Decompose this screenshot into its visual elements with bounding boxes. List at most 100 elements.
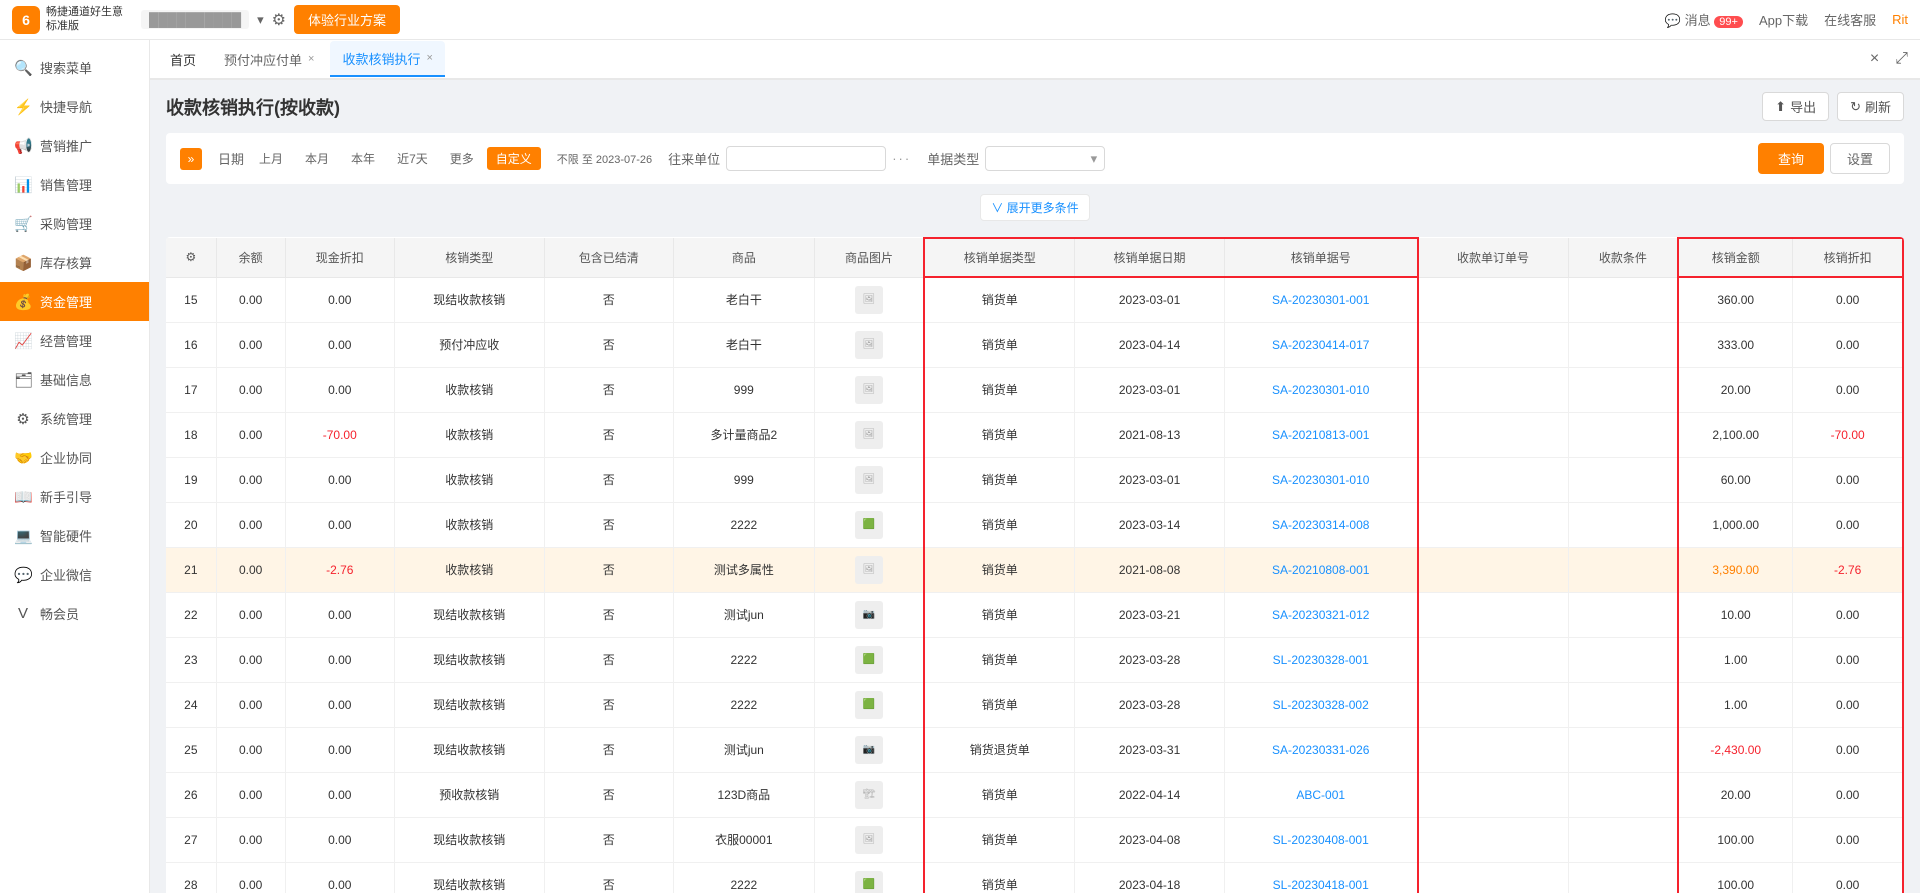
cell-r0-c9[interactable]: SA-20230301-001 [1224, 277, 1417, 322]
cell-r5-c9[interactable]: SA-20230314-008 [1224, 502, 1417, 547]
tab-close-btn[interactable]: × [1866, 46, 1883, 72]
sidebar-item-1[interactable]: ⚡快捷导航 [0, 87, 149, 126]
export-button[interactable]: ⬆ 导出 [1762, 92, 1829, 121]
cell-r9-c13: 0.00 [1793, 682, 1903, 727]
tab-maximize-btn[interactable]: ⤢ [1891, 46, 1912, 72]
sidebar-item-14[interactable]: V畅会员 [0, 594, 149, 633]
cell-r11-c9[interactable]: ABC-001 [1224, 772, 1417, 817]
cell-r4-c12: 60.00 [1678, 457, 1793, 502]
cell-r4-c7: 销货单 [924, 457, 1074, 502]
cell-r10-c9[interactable]: SA-20230331-026 [1224, 727, 1417, 772]
cell-r0-c2: 0.00 [285, 277, 394, 322]
cell-r0-c11 [1568, 277, 1678, 322]
cell-r7-c9[interactable]: SA-20230321-012 [1224, 592, 1417, 637]
cell-r8-c9[interactable]: SL-20230328-001 [1224, 637, 1417, 682]
date-btn-this-month[interactable]: 本月 [296, 147, 338, 170]
table-row: 170.000.00收款核销否999🖼销货单2023-03-01SA-20230… [166, 367, 1903, 412]
sidebar-item-7[interactable]: 📈经营管理 [0, 321, 149, 360]
sidebar-item-11[interactable]: 📖新手引导 [0, 477, 149, 516]
top-bar-right: 💬 消息 99+ App下载 在线客服 Rit [1665, 10, 1908, 29]
cell-r3-c9[interactable]: SA-20210813-001 [1224, 412, 1417, 457]
cell-r9-c10 [1418, 682, 1568, 727]
cell-r7-c0: 22 [166, 592, 216, 637]
date-btn-more[interactable]: 更多 [441, 147, 483, 170]
app-download-link[interactable]: App下载 [1759, 10, 1808, 29]
cell-r8-c1: 0.00 [216, 637, 285, 682]
sidebar-item-9[interactable]: ⚙系统管理 [0, 399, 149, 438]
cell-r11-c6: 🏗 [814, 772, 924, 817]
cell-r10-c13: 0.00 [1793, 727, 1903, 772]
solution-button[interactable]: 体验行业方案 [294, 5, 400, 34]
cell-r12-c5: 衣服00001 [673, 817, 814, 862]
sidebar-item-0[interactable]: 🔍搜索菜单 [0, 48, 149, 87]
cell-r9-c9[interactable]: SL-20230328-002 [1224, 682, 1417, 727]
tab-home[interactable]: 首页 [158, 41, 208, 77]
col-header-1: 余额 [216, 238, 285, 277]
cell-r2-c8: 2023-03-01 [1075, 367, 1225, 412]
sidebar-item-8[interactable]: 🗂基础信息 [0, 360, 149, 399]
cell-r1-c13: 0.00 [1793, 322, 1903, 367]
setting-button[interactable]: 设置 [1830, 143, 1890, 174]
cell-r2-c5: 999 [673, 367, 814, 412]
cell-r4-c11 [1568, 457, 1678, 502]
cell-r7-c10 [1418, 592, 1568, 637]
date-btn-custom[interactable]: 自定义 [487, 147, 541, 170]
table-wrapper: ⚙余额现金折扣核销类型包含已结清商品商品图片核销单据类型核销单据日期核销单据号收… [166, 237, 1904, 893]
cell-r11-c2: 0.00 [285, 772, 394, 817]
partner-input[interactable] [726, 146, 886, 171]
sidebar-item-13[interactable]: 💬企业微信 [0, 555, 149, 594]
sidebar: 🔍搜索菜单⚡快捷导航📢营销推广📊销售管理🛒采购管理📦库存核算💰资金管理📈经营管理… [0, 40, 150, 893]
cell-r2-c9[interactable]: SA-20230301-010 [1224, 367, 1417, 412]
tab-prepay[interactable]: 预付冲应付单 × [212, 41, 326, 77]
date-btn-this-year[interactable]: 本年 [342, 147, 384, 170]
message-label: 消息 [1685, 13, 1711, 28]
cell-r0-c13: 0.00 [1793, 277, 1903, 322]
sidebar-item-10[interactable]: 🤝企业协同 [0, 438, 149, 477]
company-dropdown-icon[interactable]: ▾ [257, 12, 264, 28]
online-service-link[interactable]: 在线客服 [1824, 10, 1876, 29]
bill-type-filter: 单据类型 ▾ [927, 146, 1105, 171]
cell-r11-c0: 26 [166, 772, 216, 817]
query-button[interactable]: 查询 [1758, 143, 1824, 174]
cell-r10-c12: -2,430.00 [1678, 727, 1793, 772]
date-btn-last-month[interactable]: 上月 [250, 147, 292, 170]
cell-r1-c1: 0.00 [216, 322, 285, 367]
partner-label: 往来单位 [668, 149, 720, 168]
cell-r9-c5: 2222 [673, 682, 814, 727]
cell-r1-c9[interactable]: SA-20230414-017 [1224, 322, 1417, 367]
sidebar-item-6[interactable]: 💰资金管理 [0, 282, 149, 321]
refresh-button[interactable]: ↻ 刷新 [1837, 92, 1904, 121]
cell-r4-c9[interactable]: SA-20230301-010 [1224, 457, 1417, 502]
message-icon[interactable]: 💬 消息 99+ [1665, 10, 1743, 29]
cell-r12-c8: 2023-04-08 [1075, 817, 1225, 862]
cell-r1-c2: 0.00 [285, 322, 394, 367]
sidebar-item-4[interactable]: 🛒采购管理 [0, 204, 149, 243]
col-header-7: 核销单据类型 [924, 238, 1074, 277]
cell-r2-c13: 0.00 [1793, 367, 1903, 412]
sidebar-item-2[interactable]: 📢营销推广 [0, 126, 149, 165]
cell-r12-c12: 100.00 [1678, 817, 1793, 862]
sidebar-icon-2: 📢 [14, 137, 32, 155]
sidebar-item-3[interactable]: 📊销售管理 [0, 165, 149, 204]
cell-r13-c12: 100.00 [1678, 862, 1793, 893]
cell-r12-c9[interactable]: SL-20230408-001 [1224, 817, 1417, 862]
sidebar-item-12[interactable]: 💻智能硬件 [0, 516, 149, 555]
cell-r1-c11 [1568, 322, 1678, 367]
filter-expand-btn[interactable]: » [180, 148, 202, 170]
cell-r10-c10 [1418, 727, 1568, 772]
date-btn-7days[interactable]: 近7天 [388, 147, 437, 170]
top-bar: 6 畅捷通道好生意标准版 ██████████ ▾ ⚙ 体验行业方案 💬 消息 … [0, 0, 1920, 40]
tab-collection[interactable]: 收款核销执行 × [330, 41, 444, 77]
tab-prepay-close[interactable]: × [308, 53, 314, 65]
gear-icon[interactable]: ⚙ [272, 10, 286, 30]
cell-r3-c13: -70.00 [1793, 412, 1903, 457]
tab-collection-close[interactable]: × [426, 52, 432, 64]
cell-r3-c8: 2021-08-13 [1075, 412, 1225, 457]
bill-type-select[interactable] [985, 146, 1105, 171]
expand-more-btn[interactable]: ∨ 展开更多条件 [980, 194, 1089, 221]
sidebar-item-5[interactable]: 📦库存核算 [0, 243, 149, 282]
logo-text: 畅捷通道好生意标准版 [46, 6, 123, 32]
cell-r9-c8: 2023-03-28 [1075, 682, 1225, 727]
cell-r6-c9[interactable]: SA-20210808-001 [1224, 547, 1417, 592]
cell-r13-c9[interactable]: SL-20230418-001 [1224, 862, 1417, 893]
